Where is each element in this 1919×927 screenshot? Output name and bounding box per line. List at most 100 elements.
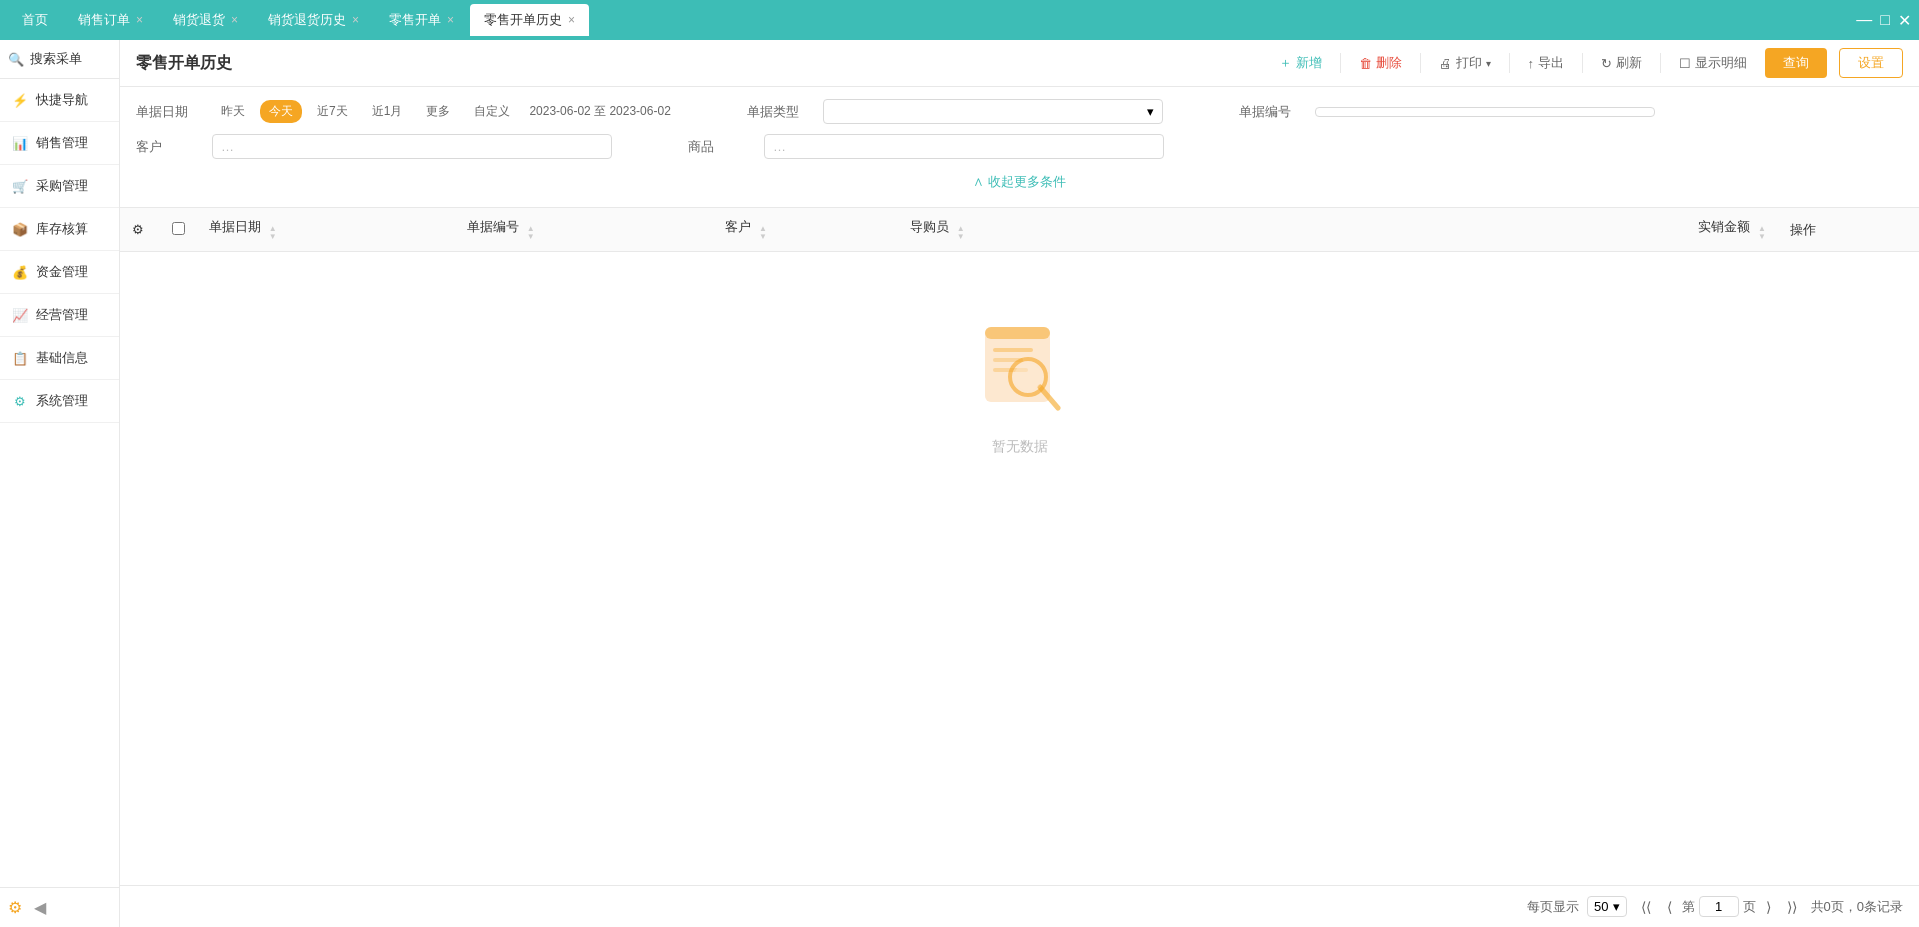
window-controls: — □ ✕ [1856, 11, 1911, 30]
settings-button[interactable]: 设置 [1839, 48, 1903, 78]
table-container: ⚙ 单据日期 ▲▼ 单据编号 ▲▼ [120, 208, 1919, 885]
tab-retail-open-history[interactable]: 零售开单历史 × [470, 4, 589, 36]
add-label: 新增 [1296, 54, 1322, 72]
sidebar-purchase-mgmt-label: 采购管理 [36, 177, 88, 195]
sidebar-item-quick-nav[interactable]: ⚡ 快捷导航 [0, 79, 119, 122]
goods-input[interactable]: … [764, 134, 1164, 159]
add-icon: ＋ [1279, 54, 1292, 72]
empty-text: 暂无数据 [992, 438, 1048, 456]
date-btn-7days[interactable]: 近7天 [308, 100, 357, 123]
tab-retail-open-close[interactable]: × [447, 13, 454, 27]
th-checkbox[interactable] [160, 208, 197, 252]
base-info-icon: 📋 [12, 351, 28, 366]
delete-icon: 🗑 [1359, 56, 1372, 71]
th-amount[interactable]: 实销金额 ▲▼ [1520, 208, 1778, 252]
th-bill-no-label: 单据编号 [467, 219, 519, 234]
guide-sort-icons: ▲▼ [957, 225, 965, 241]
date-btn-more[interactable]: 更多 [417, 100, 459, 123]
tab-home[interactable]: 首页 [8, 4, 62, 36]
page-last-btn[interactable]: ⟩⟩ [1781, 897, 1803, 917]
page-first-btn[interactable]: ⟨⟨ [1635, 897, 1657, 917]
main-layout: 🔍 搜索采单 ⚡ 快捷导航 📊 销售管理 🛒 采购管理 📦 库存核算 💰 资金管… [0, 40, 1919, 927]
tab-sales-order[interactable]: 销售订单 × [64, 4, 157, 36]
sidebar-item-sales-mgmt[interactable]: 📊 销售管理 [0, 122, 119, 165]
sidebar-search-label: 搜索采单 [30, 50, 82, 68]
sidebar: 🔍 搜索采单 ⚡ 快捷导航 📊 销售管理 🛒 采购管理 📦 库存核算 💰 资金管… [0, 40, 120, 927]
select-all-checkbox[interactable] [172, 222, 185, 235]
date-filter-label: 单据日期 [136, 103, 196, 121]
page-size-select[interactable]: 50 ▾ [1587, 896, 1626, 917]
tab-retail-open-history-close[interactable]: × [568, 13, 575, 27]
customer-input[interactable]: … [212, 134, 612, 159]
sidebar-item-system-mgmt[interactable]: ⚙ 系统管理 [0, 380, 119, 423]
divider-3 [1509, 53, 1510, 73]
sidebar-item-base-info[interactable]: 📋 基础信息 [0, 337, 119, 380]
customer-placeholder: … [221, 139, 234, 154]
export-button[interactable]: ↑ 导出 [1522, 50, 1571, 76]
tab-sales-return-history-close[interactable]: × [352, 13, 359, 27]
page-prev-btn[interactable]: ⟨ [1661, 897, 1678, 917]
page-next-btn[interactable]: ⟩ [1760, 897, 1777, 917]
sidebar-item-operations[interactable]: 📈 经营管理 [0, 294, 119, 337]
data-table: ⚙ 单据日期 ▲▼ 单据编号 ▲▼ [120, 208, 1919, 496]
page-size-arrow-icon: ▾ [1613, 899, 1620, 914]
tab-sales-return-history-label: 销货退货历史 [268, 11, 346, 29]
th-action-label: 操作 [1790, 222, 1816, 237]
window-min-btn[interactable]: — [1856, 11, 1872, 29]
refresh-label: 刷新 [1616, 54, 1642, 72]
divider-5 [1660, 53, 1661, 73]
th-spacer [1120, 208, 1520, 252]
th-settings[interactable]: ⚙ [120, 208, 160, 252]
per-page-label: 每页显示 [1527, 898, 1579, 916]
tab-sales-return-close[interactable]: × [231, 13, 238, 27]
date-btn-1month[interactable]: 近1月 [363, 100, 412, 123]
delete-label: 删除 [1376, 54, 1402, 72]
tab-sales-return[interactable]: 销货退货 × [159, 4, 252, 36]
sidebar-bottom: ⚙ ◀ [0, 887, 119, 927]
date-btn-custom[interactable]: 自定义 [465, 100, 519, 123]
sidebar-item-purchase-mgmt[interactable]: 🛒 采购管理 [0, 165, 119, 208]
page-label-post: 页 [1743, 898, 1756, 916]
date-btn-today[interactable]: 今天 [260, 100, 302, 123]
th-bill-no[interactable]: 单据编号 ▲▼ [455, 208, 713, 252]
refresh-button[interactable]: ↻ 刷新 [1595, 50, 1648, 76]
sidebar-collapse-icon[interactable]: ◀ [34, 898, 46, 917]
page-number-input[interactable] [1699, 896, 1739, 917]
empty-state: 暂无数据 [120, 252, 1919, 496]
tab-retail-open[interactable]: 零售开单 × [375, 4, 468, 36]
bill-no-input[interactable] [1315, 107, 1655, 117]
add-button[interactable]: ＋ 新增 [1273, 50, 1328, 76]
empty-illustration [960, 312, 1080, 422]
tab-bar: 首页 销售订单 × 销货退货 × 销货退货历史 × 零售开单 × 零售开单历史 … [0, 0, 1919, 40]
tab-sales-order-close[interactable]: × [136, 13, 143, 27]
settings-gear-icon[interactable]: ⚙ [8, 898, 22, 917]
customer-sort-icons: ▲▼ [759, 225, 767, 241]
th-guide[interactable]: 导购员 ▲▼ [898, 208, 1120, 252]
sidebar-item-inventory[interactable]: 📦 库存核算 [0, 208, 119, 251]
query-button[interactable]: 查询 [1765, 48, 1827, 78]
window-max-btn[interactable]: □ [1880, 11, 1890, 29]
checkbox-icon: ☐ [1679, 56, 1691, 71]
column-settings-icon[interactable]: ⚙ [132, 222, 144, 237]
bill-type-select[interactable]: ▾ [823, 99, 1163, 124]
tab-sales-return-label: 销货退货 [173, 11, 225, 29]
window-close-btn[interactable]: ✕ [1898, 11, 1911, 30]
th-customer[interactable]: 客户 ▲▼ [713, 208, 898, 252]
display-detail-button[interactable]: ☐ 显示明细 [1673, 50, 1753, 76]
bill-no-sort-icons: ▲▼ [527, 225, 535, 241]
goods-placeholder: … [773, 139, 786, 154]
delete-button[interactable]: 🗑 删除 [1353, 50, 1408, 76]
toolbar: 零售开单历史 ＋ 新增 🗑 删除 🖨 打印 ▾ [120, 40, 1919, 87]
collapse-button[interactable]: ∧ 收起更多条件 [136, 169, 1903, 195]
print-arrow-icon: ▾ [1486, 58, 1491, 69]
print-button[interactable]: 🖨 打印 ▾ [1433, 50, 1497, 76]
date-btn-yesterday[interactable]: 昨天 [212, 100, 254, 123]
sidebar-item-finance-mgmt[interactable]: 💰 资金管理 [0, 251, 119, 294]
filter-row-1: 单据日期 昨天 今天 近7天 近1月 更多 自定义 2023-06-02 至 2… [136, 99, 1903, 124]
pagination: 每页显示 50 ▾ ⟨⟨ ⟨ 第 页 ⟩ ⟩⟩ 共0页，0条记录 [120, 885, 1919, 927]
content-area: 零售开单历史 ＋ 新增 🗑 删除 🖨 打印 ▾ [120, 40, 1919, 927]
tab-sales-return-history[interactable]: 销货退货历史 × [254, 4, 373, 36]
sidebar-search[interactable]: 🔍 搜索采单 [0, 40, 119, 79]
print-label: 打印 [1456, 54, 1482, 72]
th-date[interactable]: 单据日期 ▲▼ [197, 208, 455, 252]
